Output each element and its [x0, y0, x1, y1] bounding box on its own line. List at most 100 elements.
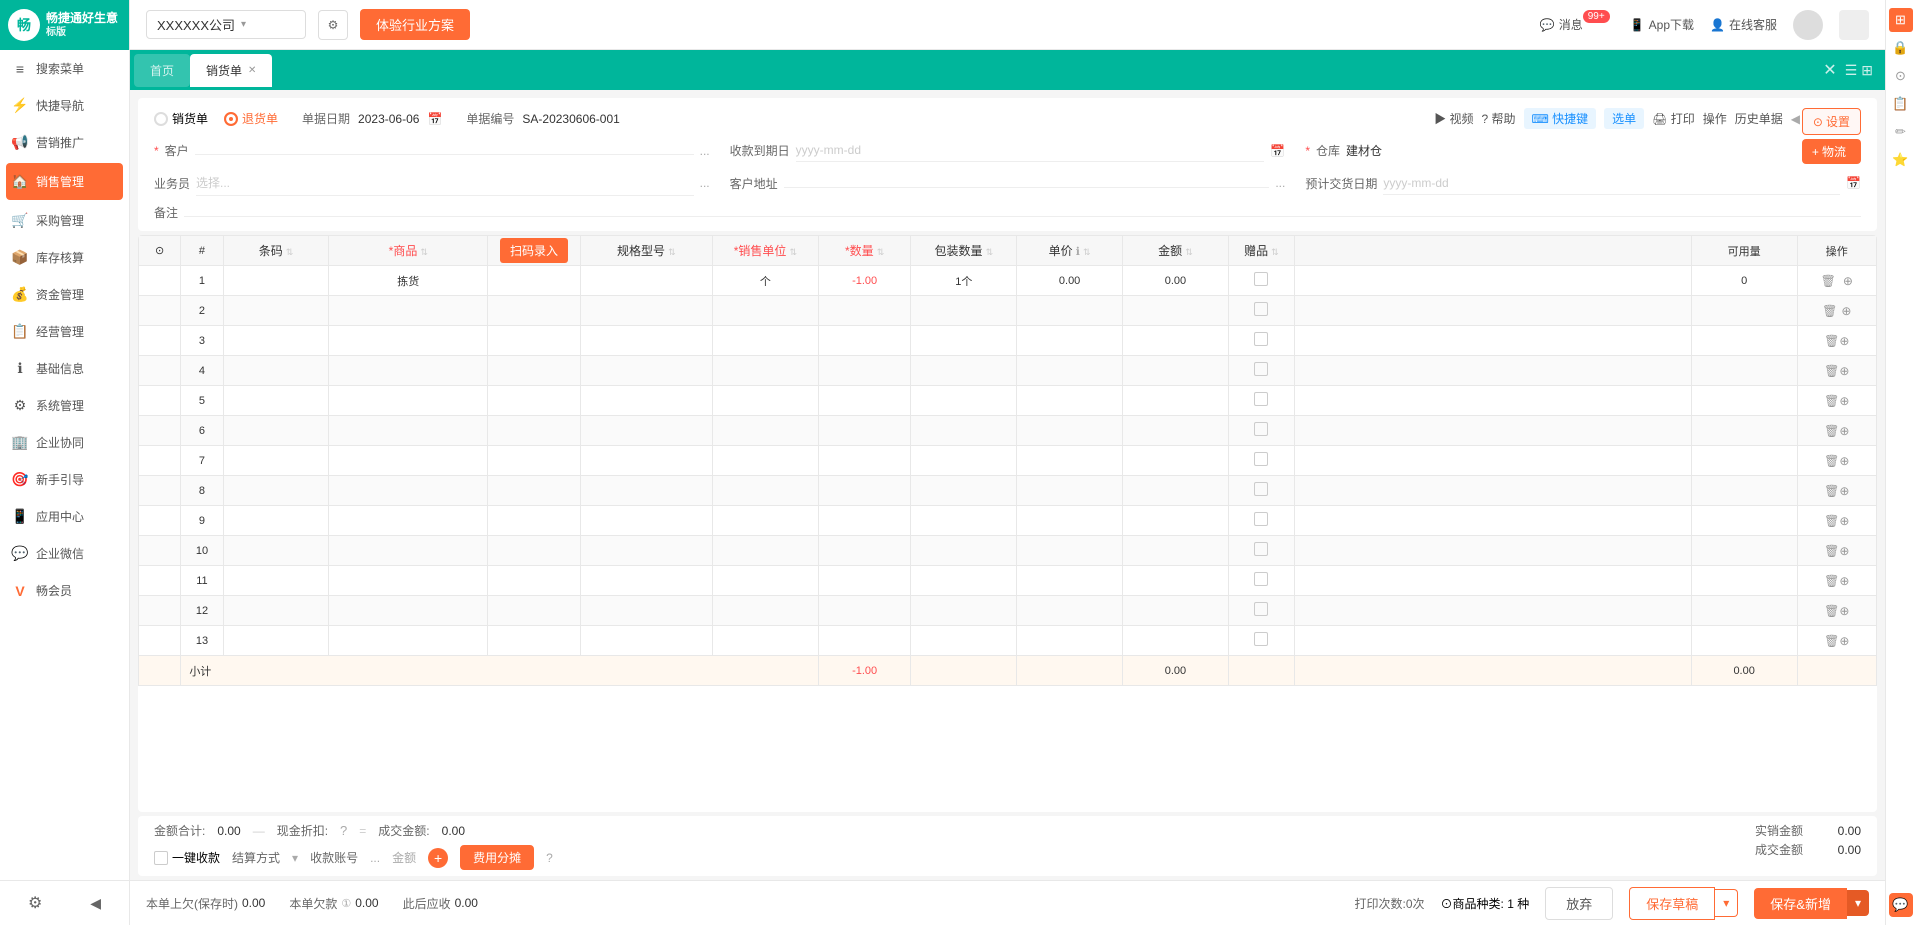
settings-button[interactable]: ⚙: [318, 10, 348, 40]
copy-icon[interactable]: ⊕: [1839, 424, 1849, 438]
expected-date-input[interactable]: yyyy-mm-dd: [1383, 172, 1840, 195]
tab-close-icon[interactable]: ✕: [248, 65, 256, 76]
row-barcode[interactable]: [223, 266, 329, 296]
experience-button[interactable]: 体验行业方案: [360, 9, 470, 40]
delete-icon[interactable]: 🗑: [1824, 484, 1839, 498]
sidebar-item-appstore[interactable]: 📱 应用中心: [0, 498, 129, 535]
copy-icon[interactable]: ⊕: [1839, 394, 1849, 408]
print-btn[interactable]: 🖨 打印: [1652, 110, 1695, 127]
copy-icon[interactable]: ⊕: [1839, 544, 1849, 558]
delete-icon[interactable]: 🗑: [1821, 274, 1836, 288]
row-qty[interactable]: -1.00: [818, 266, 911, 296]
sort-pack-icon[interactable]: ⇅: [986, 247, 994, 257]
company-selector[interactable]: XXXXXX公司 ▾: [146, 10, 306, 39]
sidebar-item-operation[interactable]: 📋 经营管理: [0, 313, 129, 350]
right-panel-icon-3[interactable]: ⊙: [1889, 64, 1913, 88]
nav-prev-icon[interactable]: ◀: [1791, 112, 1800, 126]
settlement-dropdown-icon[interactable]: ▾: [292, 851, 298, 865]
right-panel-icon-1[interactable]: ⊞: [1889, 8, 1913, 32]
delete-icon[interactable]: 🗑: [1824, 604, 1839, 618]
grid-view-icon[interactable]: ⊞: [1861, 62, 1873, 79]
sort-product-icon[interactable]: ⇅: [420, 247, 428, 257]
shortcut-btn[interactable]: ⌨ 快捷键: [1524, 108, 1597, 129]
calendar-icon[interactable]: 📅: [427, 112, 442, 126]
discard-button[interactable]: 放弃: [1545, 887, 1613, 920]
sort-barcode-icon[interactable]: ⇅: [286, 247, 294, 257]
row-pack-qty[interactable]: 1个: [911, 266, 1017, 296]
customer-dots[interactable]: ...: [700, 144, 710, 158]
sort-gift-icon[interactable]: ⇅: [1271, 247, 1279, 257]
settings-float-btn[interactable]: ⊙ 设置: [1802, 108, 1861, 135]
return-order-radio[interactable]: 退货单: [224, 110, 278, 127]
app-download-button[interactable]: 📱 App下载: [1630, 16, 1694, 33]
sidebar-item-purchase[interactable]: 🛒 采购管理: [0, 202, 129, 239]
sidebar-item-basic[interactable]: ℹ 基础信息: [0, 350, 129, 387]
sidebar-item-capital[interactable]: 💰 资金管理: [0, 276, 129, 313]
salesman-input[interactable]: 选择...: [196, 170, 694, 196]
sort-spec-icon[interactable]: ⇅: [668, 247, 676, 257]
price-info-icon[interactable]: ℹ: [1076, 246, 1080, 258]
sidebar-item-marketing[interactable]: 📢 营销推广: [0, 124, 129, 161]
select-btn[interactable]: 选单: [1604, 108, 1644, 129]
delete-icon[interactable]: 🗑: [1822, 304, 1837, 318]
copy-icon[interactable]: ⊕: [1839, 574, 1849, 588]
sidebar-item-sales[interactable]: 🏠 销售管理: [6, 163, 123, 200]
row-price[interactable]: 0.00: [1017, 266, 1123, 296]
row-unit[interactable]: 个: [713, 266, 819, 296]
right-panel-icon-bottom[interactable]: 💬: [1889, 893, 1913, 917]
copy-icon[interactable]: ⊕: [1839, 604, 1849, 618]
video-btn[interactable]: ▶ 视频: [1434, 110, 1473, 127]
right-panel-icon-4[interactable]: 📋: [1889, 92, 1913, 116]
product-kind[interactable]: ⊙商品种类: 1 种: [1441, 895, 1530, 912]
row-gift[interactable]: [1228, 266, 1294, 296]
operation-btn[interactable]: 操作: [1703, 110, 1727, 127]
fee-help-icon[interactable]: ?: [546, 851, 553, 865]
sort-qty-icon[interactable]: ⇅: [877, 247, 885, 257]
row-amount[interactable]: 0.00: [1123, 266, 1229, 296]
delete-icon[interactable]: 🗑: [1824, 424, 1839, 438]
notes-input[interactable]: [184, 208, 1861, 217]
add-payment-button[interactable]: +: [428, 848, 448, 868]
sidebar-item-search[interactable]: ≡ 搜索菜单: [0, 50, 129, 87]
save-draft-dropdown[interactable]: ▾: [1715, 889, 1738, 917]
history-btn[interactable]: 历史单据: [1735, 110, 1783, 127]
save-new-button[interactable]: 保存&新增: [1754, 888, 1847, 919]
save-draft-button[interactable]: 保存草稿: [1629, 887, 1715, 920]
close-window-icon[interactable]: ✕: [1823, 60, 1836, 80]
sidebar-item-quick-nav[interactable]: ⚡ 快捷导航: [0, 87, 129, 124]
customer-address-dots[interactable]: ...: [1275, 176, 1285, 190]
delete-icon[interactable]: 🗑: [1824, 454, 1839, 468]
expected-calendar-icon[interactable]: 📅: [1846, 176, 1861, 190]
scan-button[interactable]: 扫码录入: [500, 238, 568, 263]
sort-price-icon[interactable]: ⇅: [1083, 247, 1091, 257]
help-btn[interactable]: ? 帮助: [1481, 110, 1515, 127]
user-menu[interactable]: [1839, 10, 1869, 40]
payment-date-input[interactable]: yyyy-mm-dd: [796, 139, 1265, 162]
table-scroll[interactable]: ⊙ # 条码 ⇅ *商品 ⇅ 扫码录入: [138, 235, 1877, 812]
list-view-icon[interactable]: ☰: [1845, 62, 1858, 79]
sidebar-collapse-icon[interactable]: ◀: [90, 895, 101, 912]
payment-calendar-icon[interactable]: 📅: [1270, 144, 1285, 158]
sidebar-item-inventory[interactable]: 📦 库存核算: [0, 239, 129, 276]
col-settings[interactable]: ⊙: [139, 236, 181, 266]
right-panel-icon-2[interactable]: 🔒: [1889, 36, 1913, 60]
sidebar-item-guide[interactable]: 🎯 新手引导: [0, 461, 129, 498]
cash-discount-info-icon[interactable]: ?: [340, 823, 347, 838]
right-panel-icon-6[interactable]: ⭐: [1889, 148, 1913, 172]
row-product[interactable]: 拣货: [329, 266, 488, 296]
copy-icon[interactable]: ⊕: [1839, 364, 1849, 378]
sales-order-radio[interactable]: 销货单: [154, 110, 208, 127]
delete-icon[interactable]: 🗑: [1824, 544, 1839, 558]
avatar[interactable]: [1793, 10, 1823, 40]
copy-icon[interactable]: ⊕: [1839, 454, 1849, 468]
sidebar-item-enterprise[interactable]: 🏢 企业协同: [0, 424, 129, 461]
tab-home[interactable]: 首页: [134, 54, 190, 87]
one-click-payment[interactable]: 一键收款: [154, 849, 220, 866]
delete-icon[interactable]: 🗑: [1824, 334, 1839, 348]
message-button[interactable]: 💬 消息 99+: [1540, 16, 1614, 33]
copy-icon[interactable]: ⊕: [1841, 304, 1851, 318]
delete-icon[interactable]: 🗑: [1824, 394, 1839, 408]
sidebar-settings-icon[interactable]: ⚙: [28, 893, 42, 913]
salesman-dots[interactable]: ...: [700, 176, 710, 190]
save-new-dropdown[interactable]: ▾: [1847, 890, 1869, 916]
